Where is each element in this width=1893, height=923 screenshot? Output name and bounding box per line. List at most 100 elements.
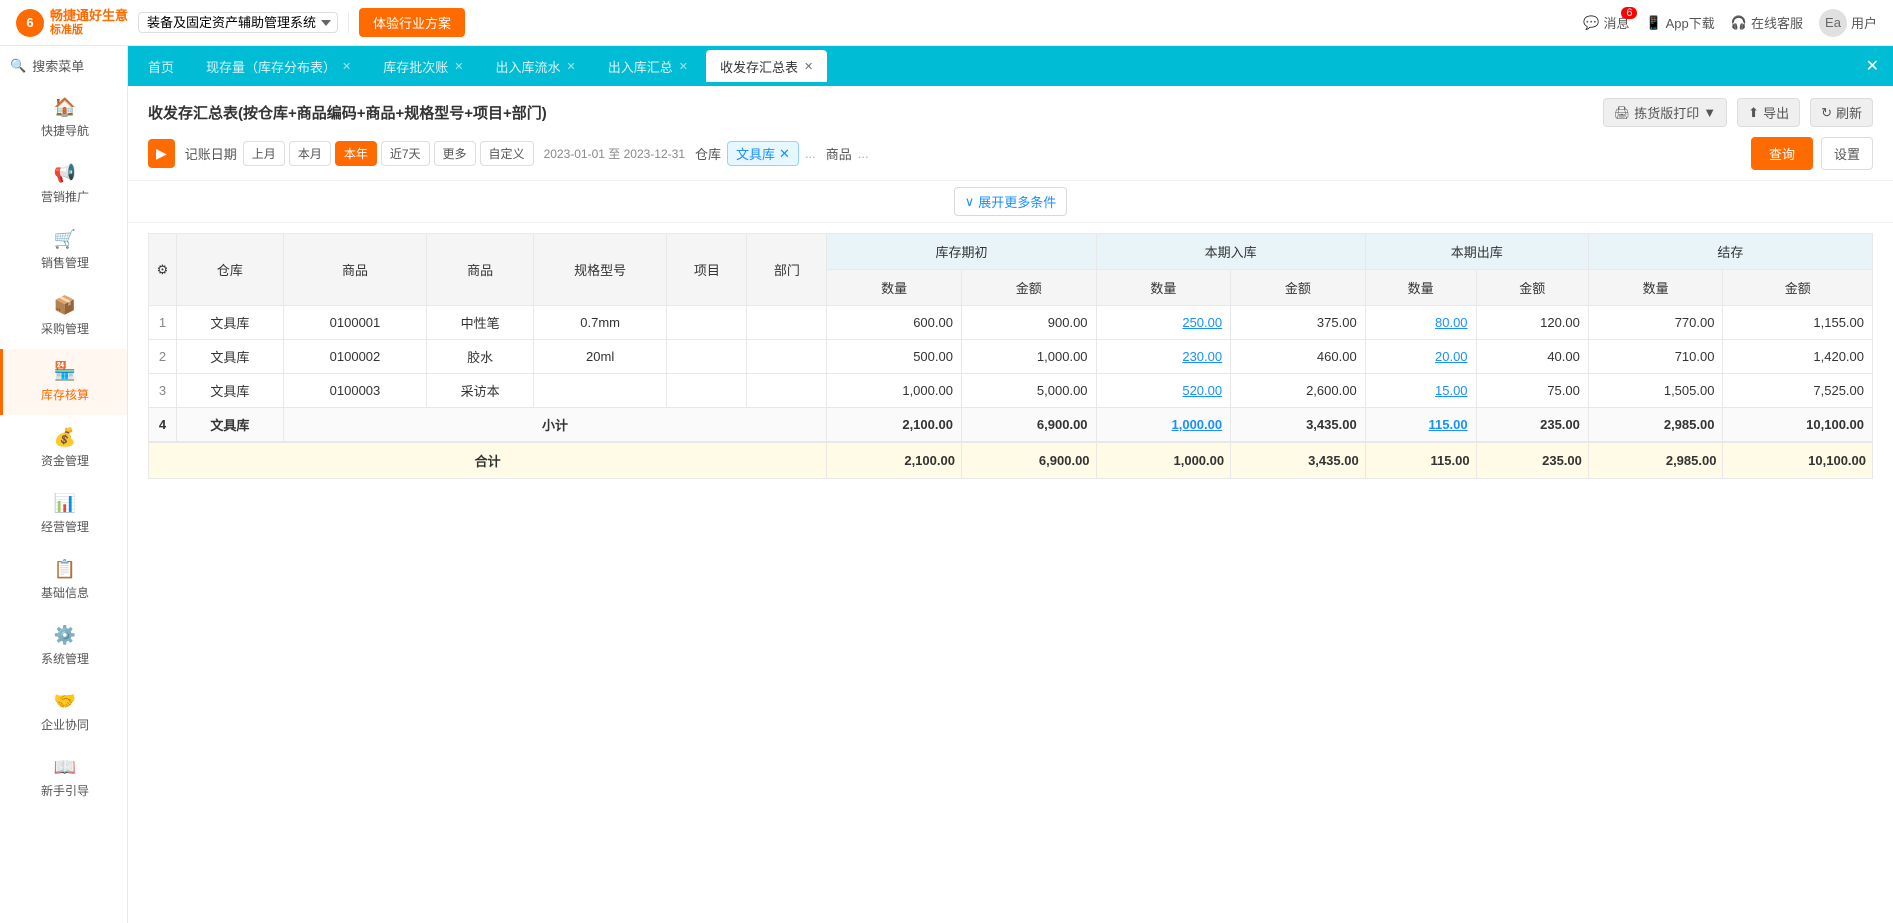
warehouse-tag-close[interactable]: ✕	[779, 146, 790, 162]
row-num: 1	[149, 306, 177, 340]
tab-stock-dist[interactable]: 现存量（库存分布表） ✕	[192, 50, 365, 82]
sidebar-item-finance[interactable]: 💰 资金管理	[0, 415, 127, 481]
cell-project	[667, 374, 747, 408]
cell-balance-amt: 7,525.00	[1723, 374, 1873, 408]
sidebar-item-purchase[interactable]: 📦 采购管理	[0, 283, 127, 349]
tab-inout-flow[interactable]: 出入库流水 ✕	[481, 50, 589, 82]
th-balance-qty: 数量	[1588, 270, 1723, 306]
date-last-month[interactable]: 上月	[243, 141, 285, 166]
sidebar-item-operation[interactable]: 📊 经营管理	[0, 481, 127, 547]
header-left: 6 畅捷通好生意 标准版 装备及固定资产辅助管理系统 体验行业方案	[16, 8, 465, 37]
goods-ellipsis[interactable]: ...	[858, 146, 869, 161]
cell-balance-amt: 1,420.00	[1723, 340, 1873, 374]
subtotal-in-amt: 3,435.00	[1231, 408, 1366, 443]
tab-close-stock-dist[interactable]: ✕	[342, 60, 351, 73]
query-button[interactable]: 查询	[1751, 137, 1813, 170]
basic-icon: 📋	[54, 559, 76, 580]
th-opening-qty: 数量	[827, 270, 962, 306]
sidebar-item-inventory[interactable]: 🏪 库存核算	[0, 349, 127, 415]
tab-close-inout-summary[interactable]: ✕	[679, 60, 688, 73]
sidebar-item-enterprise[interactable]: 🤝 企业协同	[0, 679, 127, 745]
sidebar-item-sales[interactable]: 🛒 销售管理	[0, 217, 127, 283]
sidebar: 🔍 搜索菜单 🏠 快捷导航 📢 营销推广 🛒 销售管理 📦 采购管理 🏪 库存核…	[0, 46, 128, 923]
filter-area: ▶ 记账日期 上月 本月 本年 近7天 更多 自定义 2023-01-01	[128, 127, 1893, 181]
tab-bar-close[interactable]: ✕	[1856, 52, 1889, 80]
subtotal-opening-amt: 6,900.00	[961, 408, 1096, 443]
subtotal-num: 4	[149, 408, 177, 443]
tab-recv-send[interactable]: 收发存汇总表 ✕	[706, 50, 827, 82]
tab-close-batch[interactable]: ✕	[454, 60, 463, 73]
subtotal-balance-amt: 10,100.00	[1723, 408, 1873, 443]
settings-button[interactable]: 设置	[1821, 137, 1873, 170]
cell-warehouse: 文具库	[177, 374, 284, 408]
table-row: 2 文具库 0100002 胶水 20ml 500.00 1,000.00 23…	[149, 340, 1873, 374]
cell-out-qty[interactable]: 15.00	[1365, 374, 1476, 408]
cell-goods-spec: 20ml	[533, 340, 666, 374]
cell-opening-amt: 5,000.00	[961, 374, 1096, 408]
cell-out-amt: 120.00	[1476, 306, 1588, 340]
tab-inout-summary[interactable]: 出入库汇总 ✕	[594, 50, 702, 82]
system-name-select[interactable]: 装备及固定资产辅助管理系统	[138, 12, 338, 33]
sidebar-item-quick-nav[interactable]: 🏠 快捷导航	[0, 85, 127, 151]
tab-home[interactable]: 首页	[134, 50, 188, 82]
cell-out-qty[interactable]: 20.00	[1365, 340, 1476, 374]
th-goods-name: 商品	[427, 234, 534, 306]
page-content: 收发存汇总表(按仓库+商品编码+商品+规格型号+项目+部门) 🖨 拣货版打印 ▼…	[128, 86, 1893, 923]
cell-out-qty[interactable]: 80.00	[1365, 306, 1476, 340]
tab-close-recv-send[interactable]: ✕	[804, 60, 813, 73]
export-icon: ⬆	[1748, 105, 1759, 121]
subtotal-opening-qty: 2,100.00	[827, 408, 962, 443]
expand-row: ∨ 展开更多条件	[128, 181, 1893, 223]
total-opening-amt: 6,900.00	[961, 442, 1096, 479]
experience-button[interactable]: 体验行业方案	[359, 8, 465, 37]
app-download-button[interactable]: 📱 App下载	[1645, 13, 1714, 32]
header-right: 💬 消息 6 📱 App下载 🎧 在线客服 Ea 用户	[1583, 9, 1877, 37]
sidebar-item-marketing[interactable]: 📢 营销推广	[0, 151, 127, 217]
sidebar-item-basic[interactable]: 📋 基础信息	[0, 547, 127, 613]
th-settings[interactable]: ⚙	[149, 234, 177, 306]
th-group-out: 本期出库	[1365, 234, 1588, 270]
total-in-amt: 3,435.00	[1231, 442, 1366, 479]
subtotal-out-qty: 115.00	[1365, 408, 1476, 443]
message-button[interactable]: 💬 消息 6	[1583, 13, 1629, 32]
logo-icon: 6	[16, 9, 44, 37]
export-button[interactable]: ⬆ 导出	[1737, 98, 1800, 127]
th-in-qty: 数量	[1096, 270, 1231, 306]
subtotal-out-amt: 235.00	[1476, 408, 1588, 443]
online-service-button[interactable]: 🎧 在线客服	[1731, 13, 1803, 32]
refresh-button[interactable]: ↻ 刷新	[1810, 98, 1873, 127]
print-button[interactable]: 🖨 拣货版打印 ▼	[1603, 98, 1727, 127]
cell-in-qty[interactable]: 250.00	[1096, 306, 1231, 340]
cell-goods-name: 胶水	[427, 340, 534, 374]
cell-opening-qty: 600.00	[827, 306, 962, 340]
date-7days[interactable]: 近7天	[381, 141, 430, 166]
filter-row: 记账日期 上月 本月 本年 近7天 更多 自定义 2023-01-01 至 20…	[185, 137, 1873, 170]
total-opening-qty: 2,100.00	[827, 442, 962, 479]
print-icon: 🖨	[1614, 105, 1631, 121]
cell-project	[667, 340, 747, 374]
date-more[interactable]: 更多	[434, 141, 476, 166]
cell-in-qty[interactable]: 230.00	[1096, 340, 1231, 374]
row-num: 2	[149, 340, 177, 374]
expand-button[interactable]: ∨ 展开更多条件	[954, 187, 1068, 216]
date-this-year[interactable]: 本年	[335, 141, 377, 166]
content-area: 首页 现存量（库存分布表） ✕ 库存批次账 ✕ 出入库流水 ✕ 出入库汇总 ✕ …	[128, 46, 1893, 923]
cell-in-amt: 460.00	[1231, 340, 1366, 374]
warehouse-label: 仓库	[695, 144, 721, 163]
user-area[interactable]: Ea 用户	[1819, 9, 1877, 37]
sidebar-item-guide[interactable]: 📖 新手引导	[0, 745, 127, 811]
finance-icon: 💰	[54, 427, 76, 448]
tab-batch[interactable]: 库存批次账 ✕	[369, 50, 477, 82]
cell-in-qty[interactable]: 520.00	[1096, 374, 1231, 408]
cell-goods-code: 0100001	[283, 306, 427, 340]
cell-goods-spec: 0.7mm	[533, 306, 666, 340]
filter-toggle-button[interactable]: ▶	[148, 139, 175, 168]
date-custom[interactable]: 自定义	[480, 141, 534, 166]
subtotal-row: 4 文具库 小计 2,100.00 6,900.00 1,000.00 3,43…	[149, 408, 1873, 443]
tab-close-inout-flow[interactable]: ✕	[567, 60, 576, 73]
sidebar-item-system[interactable]: ⚙️ 系统管理	[0, 613, 127, 679]
warehouse-ellipsis[interactable]: ...	[805, 146, 816, 161]
tab-bar: 首页 现存量（库存分布表） ✕ 库存批次账 ✕ 出入库流水 ✕ 出入库汇总 ✕ …	[128, 46, 1893, 86]
date-this-month[interactable]: 本月	[289, 141, 331, 166]
sidebar-item-search[interactable]: 🔍 搜索菜单	[0, 46, 127, 85]
